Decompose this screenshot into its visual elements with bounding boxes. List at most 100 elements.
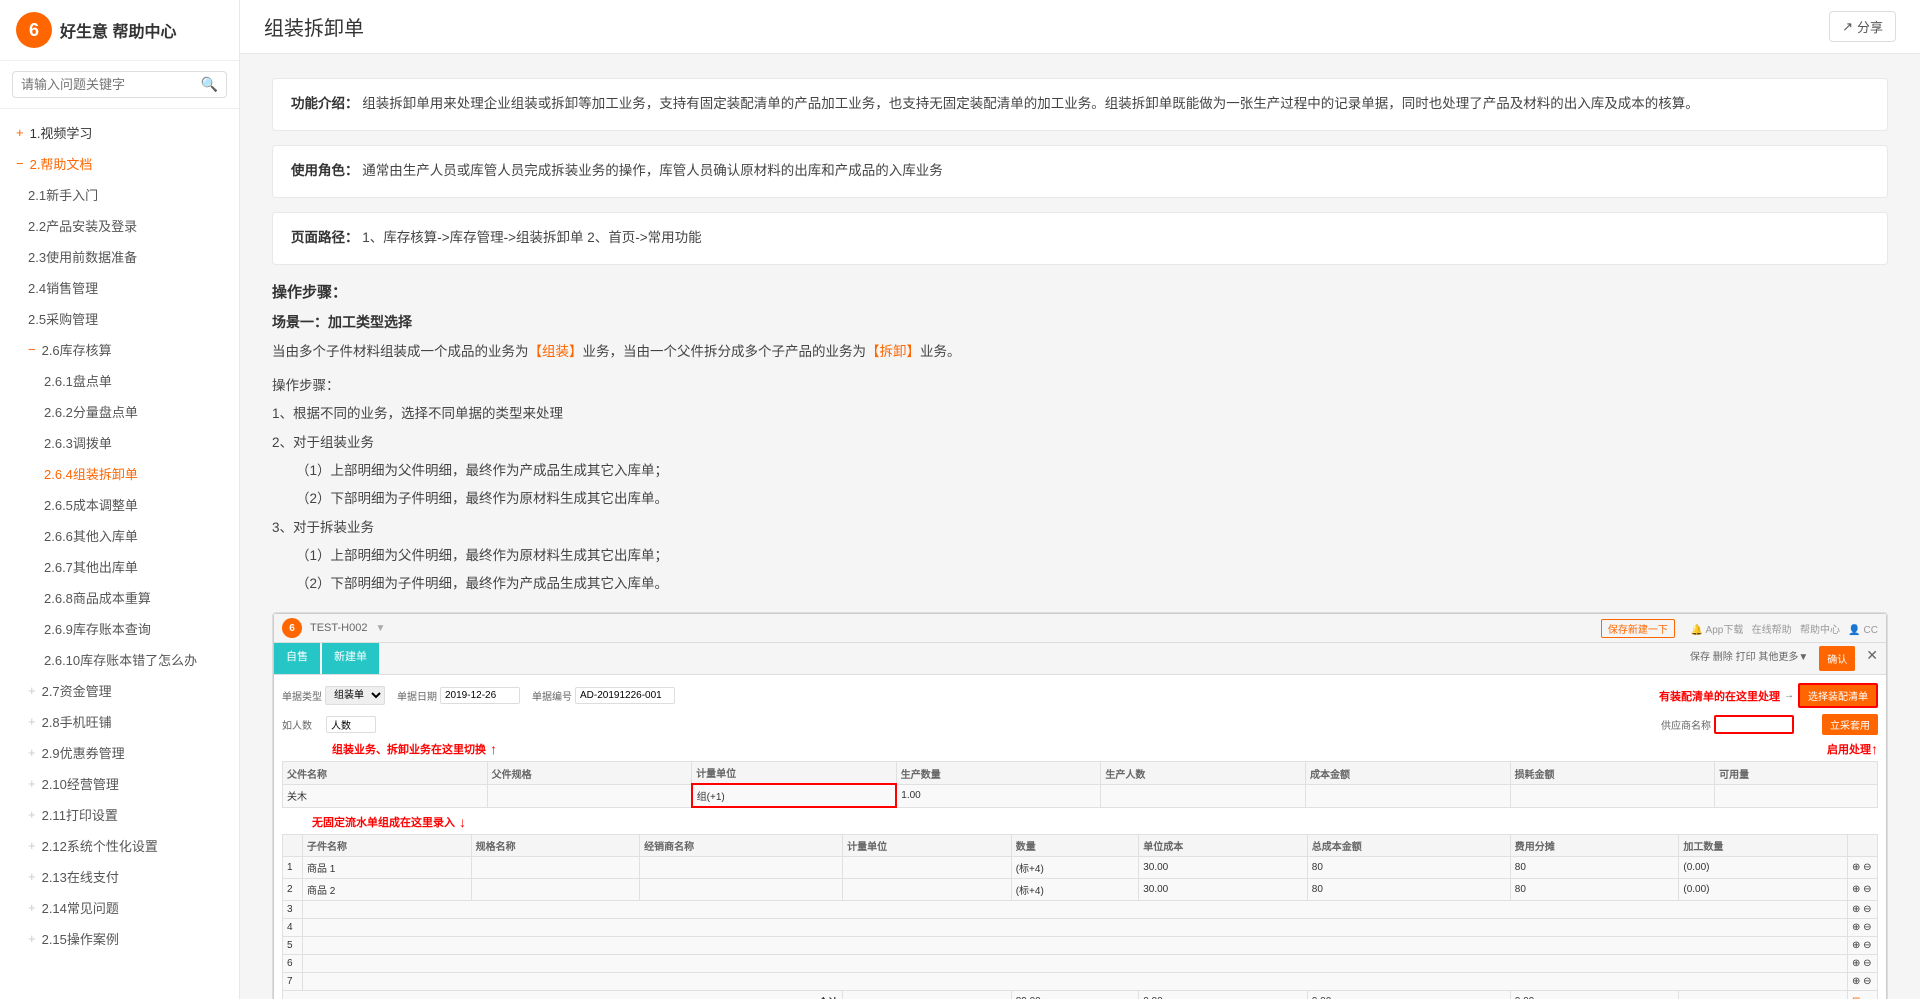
sidebar-item-transfer[interactable]: 2.6.3调拨单 <box>0 427 239 458</box>
mock-upper-table-head: 父件名称 父件规格 计量单位 生产数量 生产人数 成本金额 损耗金额 可用量 <box>283 762 1878 785</box>
mock-arrow1: → <box>1784 690 1794 701</box>
annotation5-text: 无固定流水单组成在这里录入 <box>312 814 455 830</box>
main-content: 组装拆卸单 ↗ 分享 功能介绍： 组装拆卸单用来处理企业组装或拆卸等加工业务，支… <box>240 0 1920 999</box>
mock-enable-btn[interactable]: 立采套用 <box>1822 714 1878 735</box>
mock-ltd-idx6: 6 <box>283 955 303 973</box>
mock-td-avail <box>1715 784 1878 807</box>
mock-annotation-area1: 有装配清单的在这里处理 → 选择装配清单 <box>1659 683 1878 708</box>
mock-td-unit: 组(+1) <box>692 784 897 807</box>
mock-ltd-empty4 <box>303 919 1848 937</box>
sidebar-item-label: 2.1新手入门 <box>28 185 98 204</box>
sidebar-item-finance[interactable]: + 2.7资金管理 <box>0 675 239 706</box>
mock-logo-icon: 6 <box>282 618 302 638</box>
sidebar-item-label: 2.帮助文档 <box>30 154 93 173</box>
topbar: 组装拆卸单 ↗ 分享 <box>240 0 1920 54</box>
mock-td-cost <box>1305 784 1510 807</box>
sidebar-item-newuser[interactable]: 2.1新手入门 <box>0 179 239 210</box>
sidebar-item-otheroutbound[interactable]: 2.6.7其他出库单 <box>0 551 239 582</box>
sidebar-item-purchase[interactable]: 2.5采购管理 <box>0 303 239 334</box>
sidebar-item-operations[interactable]: + 2.10经营管理 <box>0 768 239 799</box>
search-area: 🔍 <box>0 61 239 109</box>
mock-ltd-empty5 <box>303 937 1848 955</box>
mock-type-select[interactable]: 组装单 <box>325 686 385 705</box>
mock-ltd-tcost2: 80 <box>1307 879 1510 901</box>
mock-supplier-input[interactable] <box>1714 715 1794 734</box>
feature-intro-label: 功能介绍： <box>291 96 359 111</box>
mock-close-icon[interactable]: ✕ <box>1858 643 1886 674</box>
mock-ltd-empty6 <box>303 955 1848 973</box>
sidebar-item-partialcount[interactable]: 2.6.2分量盘点单 <box>0 396 239 427</box>
sidebar-item-stockledger[interactable]: 2.6.9库存账本查询 <box>0 613 239 644</box>
mock-lower-table: 子件名称 规格名称 经销商名称 计量单位 数量 单位成本 总成本金额 费用分摊 … <box>282 834 1878 999</box>
mock-lth-name: 子件名称 <box>303 835 472 857</box>
mock-num-label2: 如人数 <box>282 717 312 732</box>
mock-ltd-action2: ⊕ ⊖ <box>1848 879 1878 901</box>
sidebar-item-inventory[interactable]: − 2.6库存核算 <box>0 334 239 365</box>
logo-area: 6 好生意 帮助中心 <box>0 0 239 61</box>
share-button[interactable]: ↗ 分享 <box>1829 11 1896 42</box>
mock-footer-v4: 0.00 <box>1307 991 1510 999</box>
path-intro-label: 页面路径： <box>291 230 359 245</box>
sidebar-item-payment[interactable]: + 2.13在线支付 <box>0 861 239 892</box>
annotation2-text: 组装业务、拆卸业务在这里切换 <box>332 741 486 757</box>
mock-assembly-btn[interactable]: 选择装配清单 <box>1798 683 1878 708</box>
sidebar-item-sales[interactable]: 2.4销售管理 <box>0 272 239 303</box>
mock-footer-v3: 0.00 <box>1139 991 1308 999</box>
sidebar-item-label: 2.10经营管理 <box>42 774 119 793</box>
mock-num-input[interactable] <box>575 687 675 704</box>
mock-ltd-empty3 <box>303 901 1848 919</box>
table-row: 关木 组(+1) 1.00 <box>283 784 1878 807</box>
mock-ltd-tcost1: 80 <box>1307 857 1510 879</box>
mock-th-unit: 计量单位 <box>692 762 897 785</box>
mock-upper-table-header-row: 父件名称 父件规格 计量单位 生产数量 生产人数 成本金额 损耗金额 可用量 <box>283 762 1878 785</box>
table-row: 7 ⊕ ⊖ <box>283 973 1878 991</box>
disassemble-link: 【拆卸】 <box>866 344 920 359</box>
sidebar-item-settings[interactable]: + 2.12系统个性化设置 <box>0 830 239 861</box>
sidebar-item-assembly[interactable]: 2.6.4组装拆卸单 <box>0 458 239 489</box>
mock-ltd-unit1 <box>843 857 1012 879</box>
sidebar-item-dataprep[interactable]: 2.3使用前数据准备 <box>0 241 239 272</box>
mock-ltd-unit2 <box>843 879 1012 901</box>
mock-th-cost: 成本金额 <box>1305 762 1510 785</box>
sidebar-item-mobile[interactable]: + 2.8手机旺铺 <box>0 706 239 737</box>
mock-tab-zishou[interactable]: 自售 <box>274 643 320 674</box>
sidebar-item-print[interactable]: + 2.11打印设置 <box>0 799 239 830</box>
sidebar-item-video[interactable]: + 1.视频学习 <box>0 117 239 148</box>
sidebar-item-label: 2.2产品安装及登录 <box>28 216 137 235</box>
search-input[interactable] <box>21 77 201 92</box>
mock-nav-icons: 🔔 App下载 在线帮助 帮助中心 👤 CC <box>1691 621 1878 636</box>
mock-ltd-empty7 <box>303 973 1848 991</box>
mock-people-input[interactable] <box>326 716 376 733</box>
mock-ltd-process2: (0.00) <box>1679 879 1848 901</box>
expand-icon: + <box>28 869 36 884</box>
sidebar-item-label: 2.6.4组装拆卸单 <box>44 464 138 483</box>
sidebar-item-costadjust[interactable]: 2.6.5成本调整单 <box>0 489 239 520</box>
sidebar-item-helpdoc[interactable]: − 2.帮助文档 <box>0 148 239 179</box>
steps-subtitle: 操作步骤： <box>272 374 1888 398</box>
mock-confirm-btn[interactable]: 确认 <box>1819 646 1855 671</box>
sidebar-item-label: 2.6库存核算 <box>42 340 112 359</box>
mock-tab-new[interactable]: 新建单 <box>322 643 379 674</box>
mock-lower-table-head: 子件名称 规格名称 经销商名称 计量单位 数量 单位成本 总成本金额 费用分摊 … <box>283 835 1878 857</box>
sidebar-item-costrecalc[interactable]: 2.6.8商品成本重算 <box>0 582 239 613</box>
sidebar-item-install[interactable]: 2.2产品安装及登录 <box>0 210 239 241</box>
search-box: 🔍 <box>12 71 227 98</box>
expand-icon: + <box>28 900 36 915</box>
search-icon[interactable]: 🔍 <box>201 76 218 93</box>
sidebar-item-coupon[interactable]: + 2.9优惠券管理 <box>0 737 239 768</box>
step2b-text: （2）下部明细为子件明细，最终作为原材料生成其它出库单。 <box>272 487 1888 511</box>
mock-company: TEST-H002 <box>310 622 367 634</box>
table-row: 1 商品 1 (标+4) 30.00 80 80 (0.00) <box>283 857 1878 879</box>
sidebar-item-stockcount[interactable]: 2.6.1盘点单 <box>0 365 239 396</box>
mock-date-input[interactable] <box>440 687 520 704</box>
mock-footer-v5: 0.00 <box>1510 991 1679 999</box>
scene1-desc: 当由多个子件材料组装成一个成品的业务为【组装】业务，当由一个父件拆分成多个子产品… <box>272 340 1888 364</box>
expand-icon: + <box>28 714 36 729</box>
sidebar-item-stockfix[interactable]: 2.6.10库存账本错了怎么办 <box>0 644 239 675</box>
mock-th-parent-name: 父件名称 <box>283 762 488 785</box>
sidebar-item-otherinbound[interactable]: 2.6.6其他入库单 <box>0 520 239 551</box>
sidebar-item-label: 2.6.3调拨单 <box>44 433 112 452</box>
mock-supplier-label: 供应商名称 <box>1661 717 1711 732</box>
sidebar-item-faq[interactable]: + 2.14常见问题 <box>0 892 239 923</box>
sidebar-item-cases[interactable]: + 2.15操作案例 <box>0 923 239 954</box>
